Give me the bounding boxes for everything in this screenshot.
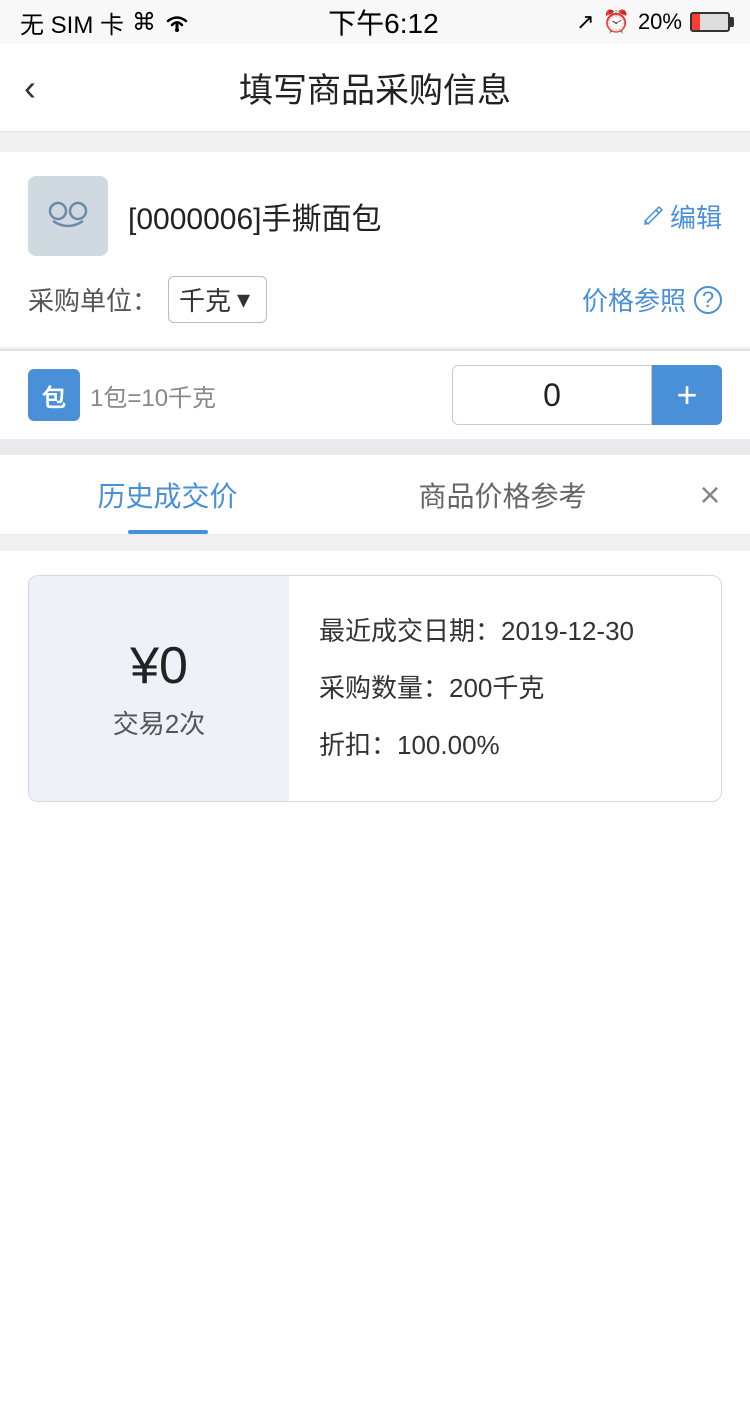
dropdown-icon: ▾ [237, 284, 250, 315]
back-button[interactable]: ‹ [24, 67, 36, 109]
product-bottom: 采购单位： 千克 ▾ 价格参照 ? [28, 276, 722, 323]
price-ref-label: 价格参照 [582, 281, 686, 318]
history-card: ¥0 交易2次 最近成交日期：2019-12-30 采购数量：200千克 折扣：… [28, 575, 722, 802]
product-left: [0000006]手撕面包 [28, 176, 381, 256]
edit-button[interactable]: 编辑 [642, 198, 722, 235]
page-title: 填写商品采购信息 [239, 63, 511, 112]
unit-select[interactable]: 千克 ▾ [168, 276, 267, 323]
battery-icon [690, 12, 730, 32]
help-icon: ? [694, 286, 722, 314]
history-qty-label: 采购数量： [319, 673, 449, 703]
qty-label: 包 1包=10千克 [28, 369, 216, 421]
tab-reference[interactable]: 商品价格参考 [335, 455, 670, 534]
qty-input-row: + [452, 365, 722, 425]
unit-value: 千克 [179, 281, 231, 318]
battery-pct: 20% [638, 9, 682, 35]
history-left: ¥0 交易2次 [29, 576, 289, 801]
tab-history[interactable]: 历史成交价 [0, 455, 335, 534]
quantity-row: 包 1包=10千克 + [0, 349, 750, 439]
alarm-icon: ⏰ [603, 9, 630, 35]
carrier-text: 无 SIM 卡 [20, 5, 124, 40]
wifi-icon: ⌘ [132, 8, 191, 37]
history-discount-label: 折扣： [319, 730, 397, 760]
tab-bar: 历史成交价 商品价格参考 × [0, 455, 750, 535]
bottom-area [0, 826, 750, 1426]
unit-row: 采购单位： 千克 ▾ [28, 276, 267, 323]
history-qty-row: 采购数量：200千克 [319, 669, 691, 708]
status-bar: 无 SIM 卡 ⌘ 下午6:12 ↗ ⏰ 20% [0, 0, 750, 44]
history-discount-value: 100.00% [397, 730, 500, 760]
tab-close-button[interactable]: × [670, 455, 750, 535]
history-right: 最近成交日期：2019-12-30 采购数量：200千克 折扣：100.00% [289, 576, 721, 801]
history-content: ¥0 交易2次 最近成交日期：2019-12-30 采购数量：200千克 折扣：… [0, 551, 750, 826]
history-date-label: 最近成交日期： [319, 616, 501, 646]
product-thumbnail [28, 176, 108, 256]
nav-header: ‹ 填写商品采购信息 [0, 44, 750, 132]
history-count: 交易2次 [113, 704, 205, 741]
product-top: [0000006]手撕面包 编辑 [28, 176, 722, 256]
status-left: 无 SIM 卡 ⌘ [20, 5, 191, 40]
status-right: ↗ ⏰ 20% [576, 9, 730, 35]
history-date-value: 2019-12-30 [501, 616, 634, 646]
edit-label: 编辑 [670, 198, 722, 235]
status-time: 下午6:12 [328, 2, 439, 42]
qty-unit-box: 包 [28, 369, 80, 421]
location-icon: ↗ [576, 9, 594, 35]
qty-plus-button[interactable]: + [652, 365, 722, 425]
section-divider [0, 439, 750, 455]
qty-unit-hint: 1包=10千克 [90, 378, 216, 413]
history-discount-row: 折扣：100.00% [319, 726, 691, 765]
unit-label: 采购单位： [28, 281, 158, 318]
product-name: [0000006]手撕面包 [128, 194, 381, 238]
price-ref-button[interactable]: 价格参照 ? [582, 281, 722, 318]
product-card: [0000006]手撕面包 编辑 采购单位： 千克 ▾ 价格参照 ? [0, 152, 750, 347]
history-date-row: 最近成交日期：2019-12-30 [319, 612, 691, 651]
history-qty-value: 200千克 [449, 673, 544, 703]
history-price: ¥0 [130, 636, 188, 696]
qty-input[interactable] [452, 365, 652, 425]
